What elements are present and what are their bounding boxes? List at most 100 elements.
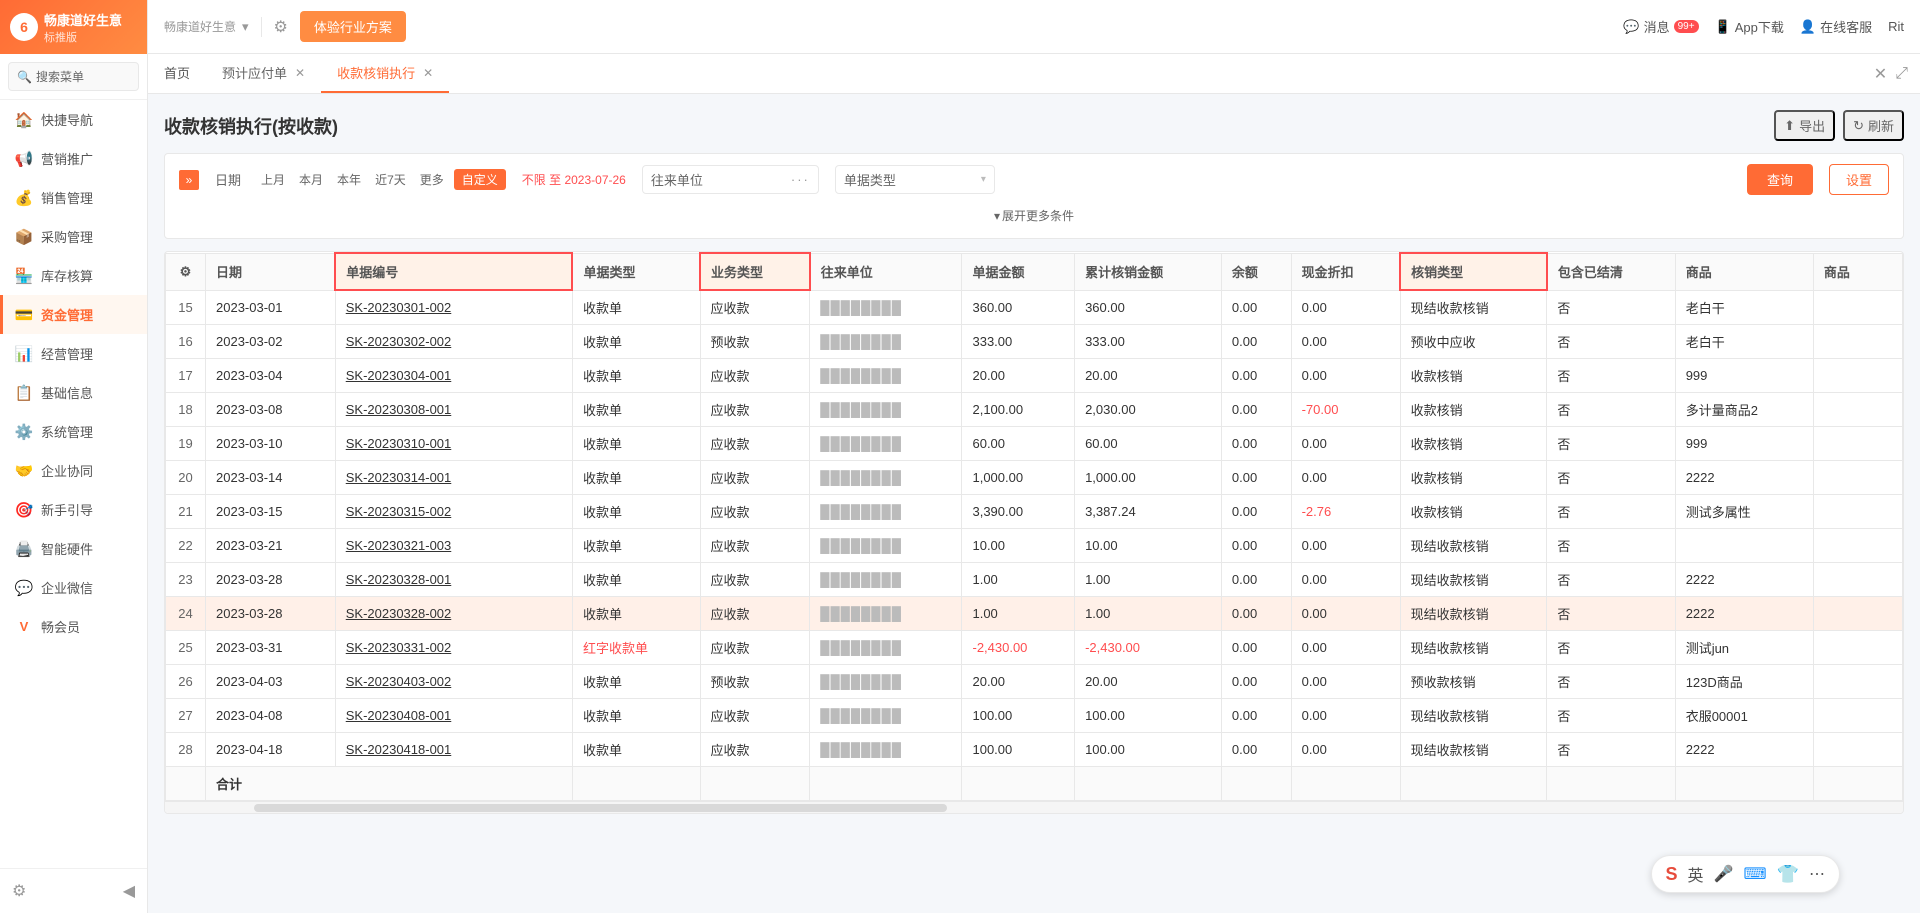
filter-date-more[interactable]: 更多 [416,169,448,190]
table-row[interactable]: 252023-03-31SK-20230331-002红字收款单应收款█████… [166,631,1903,665]
filter-date-7days[interactable]: 近7天 [371,169,410,190]
filter-date-prev-month[interactable]: 上月 [257,169,289,190]
expand-conditions-button[interactable]: ▾ 展开更多条件 [986,203,1082,228]
settings-button[interactable]: 设置 [1829,164,1889,195]
sidebar-search-area: 🔍 搜索菜单 [0,54,147,100]
table-cell[interactable]: SK-20230308-001 [335,393,572,427]
workspace-selector[interactable]: 畅康道好生意 ▾ [164,18,249,35]
topbar-gear-icon[interactable]: ⚙ [274,17,288,37]
table-cell[interactable]: SK-20230408-001 [335,699,572,733]
microphone-icon[interactable]: 🎤 [1714,864,1734,884]
message-button[interactable]: 💬 消息 99+ [1623,17,1698,36]
table-cell: 0.00 [1291,290,1400,325]
table-row[interactable]: 182023-03-08SK-20230308-001收款单应收款███████… [166,393,1903,427]
table-cell: 1.00 [1075,563,1222,597]
table-row[interactable]: 162023-03-02SK-20230302-002收款单预收款███████… [166,325,1903,359]
sidebar-item-guide[interactable]: 🎯 新手引导 [0,490,147,529]
keyboard-icon[interactable]: ⌨ [1743,864,1766,884]
skin-icon[interactable]: 👕 [1777,864,1799,885]
collapse-sidebar-button[interactable]: ◀ [119,877,139,905]
more-icon[interactable]: ⋯ [1809,864,1825,884]
table-cell: 0.00 [1291,529,1400,563]
table-cell: 老白干 [1675,290,1813,325]
col-header-balance: 余额 [1221,253,1291,290]
sidebar-item-inventory[interactable]: 🏪 库存核算 [0,256,147,295]
table-cell: 2222 [1675,597,1813,631]
sidebar-item-member[interactable]: V 畅会员 [0,607,147,646]
table-row[interactable]: 212023-03-15SK-20230315-002收款单应收款███████… [166,495,1903,529]
sidebar-item-quicknav[interactable]: 🏠 快捷导航 [0,100,147,139]
settings-footer-button[interactable]: ⚙ [8,877,30,905]
table-scrollbar[interactable] [165,801,1903,813]
table-row[interactable]: 282023-04-18SK-20230418-001收款单应收款███████… [166,733,1903,767]
export-button[interactable]: ⬆ 导出 [1774,110,1835,141]
sidebar-item-hardware[interactable]: 🖨️ 智能硬件 [0,529,147,568]
table-cell: 2023-03-15 [206,495,336,529]
table-row[interactable]: 272023-04-08SK-20230408-001收款单应收款███████… [166,699,1903,733]
table-cell[interactable]: SK-20230403-002 [335,665,572,699]
sidebar-item-sales[interactable]: 💰 销售管理 [0,178,147,217]
filter-partner-dots[interactable]: ··· [791,172,810,187]
app-name: 畅康道好生意 [44,10,122,29]
table-cell[interactable]: SK-20230310-001 [335,427,572,461]
table-row[interactable]: 222023-03-21SK-20230321-003收款单应收款███████… [166,529,1903,563]
filter-date-custom[interactable]: 自定义 [454,169,506,190]
close-tab-icon[interactable]: ✕ [1874,64,1887,84]
table-cell[interactable]: SK-20230321-003 [335,529,572,563]
sidebar-item-enterprise[interactable]: 🤝 企业协同 [0,451,147,490]
table-row[interactable]: 262023-04-03SK-20230403-002收款单预收款███████… [166,665,1903,699]
sidebar-item-system[interactable]: ⚙️ 系统管理 [0,412,147,451]
tab-pending-close[interactable]: ✕ [295,66,305,80]
filter-date-this-month[interactable]: 本月 [295,169,327,190]
table-row[interactable]: 232023-03-28SK-20230328-001收款单应收款███████… [166,563,1903,597]
table-settings-icon[interactable]: ⚙ [180,264,192,279]
table-row[interactable]: 192023-03-10SK-20230310-001收款单应收款███████… [166,427,1903,461]
table-cell[interactable]: SK-20230314-001 [335,461,572,495]
col-header-settings[interactable]: ⚙ [166,253,206,290]
table-cell[interactable]: SK-20230328-001 [335,563,572,597]
table-cell: 应收款 [700,290,810,325]
search-menu-button[interactable]: 🔍 搜索菜单 [8,62,139,91]
online-service-button[interactable]: 👤 在线客服 [1800,17,1872,36]
tab-home[interactable]: 首页 [148,54,206,93]
filter-expand-icon[interactable]: » [179,170,199,190]
sidebar-item-wechat[interactable]: 💬 企业微信 [0,568,147,607]
table-cell: 19 [166,427,206,461]
table-cell: 2023-03-14 [206,461,336,495]
tab-receipt[interactable]: 收款核销执行 ✕ [321,54,449,93]
expand-tab-icon[interactable]: ⤢ [1895,65,1908,83]
filter-receipt-type-wrap[interactable]: 单据类型 ▾ [835,165,995,194]
solution-button[interactable]: 体验行业方案 [300,11,406,42]
table-cell: 3,387.24 [1075,495,1222,529]
sidebar-item-marketing[interactable]: 📢 营销推广 [0,139,147,178]
tab-receipt-close[interactable]: ✕ [423,66,433,80]
table-cell: 21 [166,495,206,529]
sidebar-item-capital[interactable]: 💳 资金管理 [0,295,147,334]
table-cell[interactable]: SK-20230331-002 [335,631,572,665]
table-row[interactable]: 172023-03-04SK-20230304-001收款单应收款███████… [166,359,1903,393]
app-download-button[interactable]: 📱 App下载 [1715,17,1784,36]
table-row[interactable]: 242023-03-28SK-20230328-002收款单应收款███████… [166,597,1903,631]
query-button[interactable]: 查询 [1747,164,1813,195]
table-cell: 2023-03-01 [206,290,336,325]
user-name[interactable]: Rit [1888,19,1904,34]
table-cell[interactable]: SK-20230302-002 [335,325,572,359]
sidebar-item-operations[interactable]: 📊 经营管理 [0,334,147,373]
table-cell[interactable]: SK-20230301-002 [335,290,572,325]
tab-pending[interactable]: 预计应付单 ✕ [206,54,321,93]
table-cell[interactable]: SK-20230418-001 [335,733,572,767]
english-icon[interactable]: 英 [1688,862,1704,886]
table-row[interactable]: 152023-03-01SK-20230301-002收款单应收款███████… [166,290,1903,325]
sidebar-item-purchase[interactable]: 📦 采购管理 [0,217,147,256]
scrollbar-thumb[interactable] [254,804,948,812]
table-cell[interactable]: SK-20230304-001 [335,359,572,393]
table-cell[interactable]: SK-20230328-002 [335,597,572,631]
filter-date-this-year[interactable]: 本年 [333,169,365,190]
table-cell[interactable]: SK-20230315-002 [335,495,572,529]
table-cell: 1,000.00 [962,461,1075,495]
table-cell: 现结收款核销 [1400,699,1547,733]
sidebar-item-basic[interactable]: 📋 基础信息 [0,373,147,412]
table-row[interactable]: 202023-03-14SK-20230314-001收款单应收款███████… [166,461,1903,495]
filter-partner-input[interactable] [707,172,787,187]
refresh-button[interactable]: ↻ 刷新 [1843,110,1904,141]
